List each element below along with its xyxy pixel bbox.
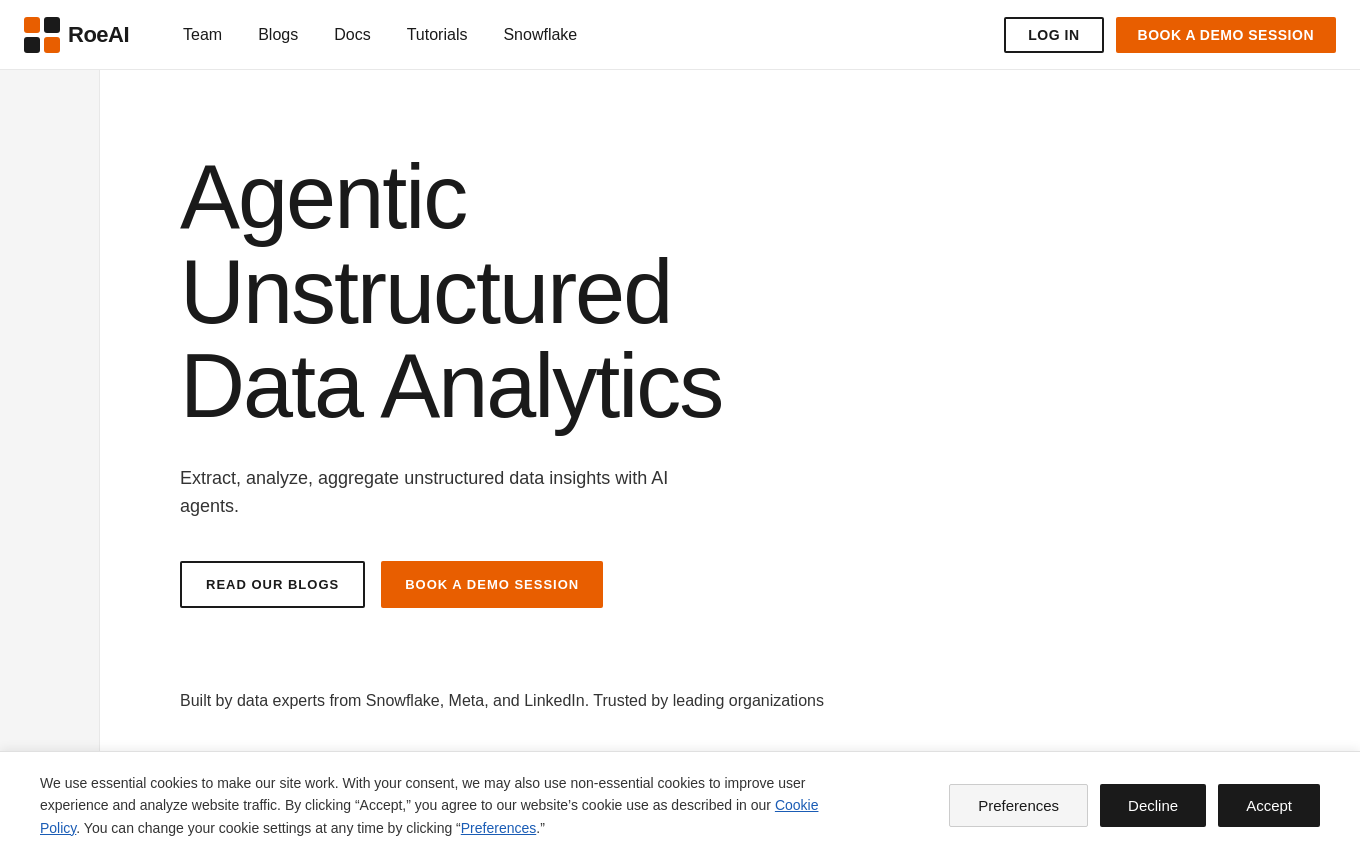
- svg-rect-1: [44, 17, 60, 33]
- preferences-inline-link[interactable]: Preferences: [461, 820, 536, 836]
- svg-rect-2: [24, 37, 40, 53]
- hero-title-line1: Agentic: [180, 147, 466, 247]
- cookie-buttons: Preferences Decline Accept: [949, 784, 1320, 827]
- cookie-banner: We use essential cookies to make our sit…: [0, 751, 1360, 859]
- cookie-text-part3: .”: [536, 820, 545, 836]
- book-demo-main-button[interactable]: BOOK A DEMO SESSION: [381, 561, 603, 608]
- svg-rect-3: [44, 37, 60, 53]
- preferences-button[interactable]: Preferences: [949, 784, 1088, 827]
- hero-title: Agentic Unstructured Data Analytics: [180, 150, 1300, 434]
- read-blogs-button[interactable]: READ OUR BLOGS: [180, 561, 365, 608]
- hero-subtitle: Extract, analyze, aggregate unstructured…: [180, 464, 720, 522]
- hero-title-line2: Unstructured: [180, 242, 671, 342]
- nav-blogs[interactable]: Blogs: [244, 20, 312, 50]
- nav-team[interactable]: Team: [169, 20, 236, 50]
- login-button[interactable]: LOG IN: [1004, 17, 1103, 53]
- hero-title-line3: Data Analytics: [180, 336, 722, 436]
- logo-icon: [24, 17, 60, 53]
- site-header: RoeAI Team Blogs Docs Tutorials Snowflak…: [0, 0, 1360, 70]
- logo[interactable]: RoeAI: [24, 17, 129, 53]
- header-actions: LOG IN BOOK A DEMO SESSION: [1004, 17, 1336, 53]
- nav-tutorials[interactable]: Tutorials: [393, 20, 482, 50]
- nav-docs[interactable]: Docs: [320, 20, 384, 50]
- main-nav: Team Blogs Docs Tutorials Snowflake: [169, 20, 1004, 50]
- cookie-text-part1: We use essential cookies to make our sit…: [40, 775, 805, 813]
- cookie-text-part2: . You can change your cookie settings at…: [76, 820, 460, 836]
- accept-button[interactable]: Accept: [1218, 784, 1320, 827]
- logo-text: RoeAI: [68, 22, 129, 48]
- book-demo-header-button[interactable]: BOOK A DEMO SESSION: [1116, 17, 1336, 53]
- decline-button[interactable]: Decline: [1100, 784, 1206, 827]
- hero-buttons: READ OUR BLOGS BOOK A DEMO SESSION: [180, 561, 1300, 608]
- trust-text: Built by data experts from Snowflake, Me…: [180, 688, 980, 714]
- main-wrapper: Agentic Unstructured Data Analytics Extr…: [0, 0, 1360, 859]
- cookie-text: We use essential cookies to make our sit…: [40, 772, 860, 839]
- svg-rect-0: [24, 17, 40, 33]
- left-sidebar: [0, 70, 100, 859]
- nav-snowflake[interactable]: Snowflake: [489, 20, 591, 50]
- content-area: Agentic Unstructured Data Analytics Extr…: [100, 70, 1360, 859]
